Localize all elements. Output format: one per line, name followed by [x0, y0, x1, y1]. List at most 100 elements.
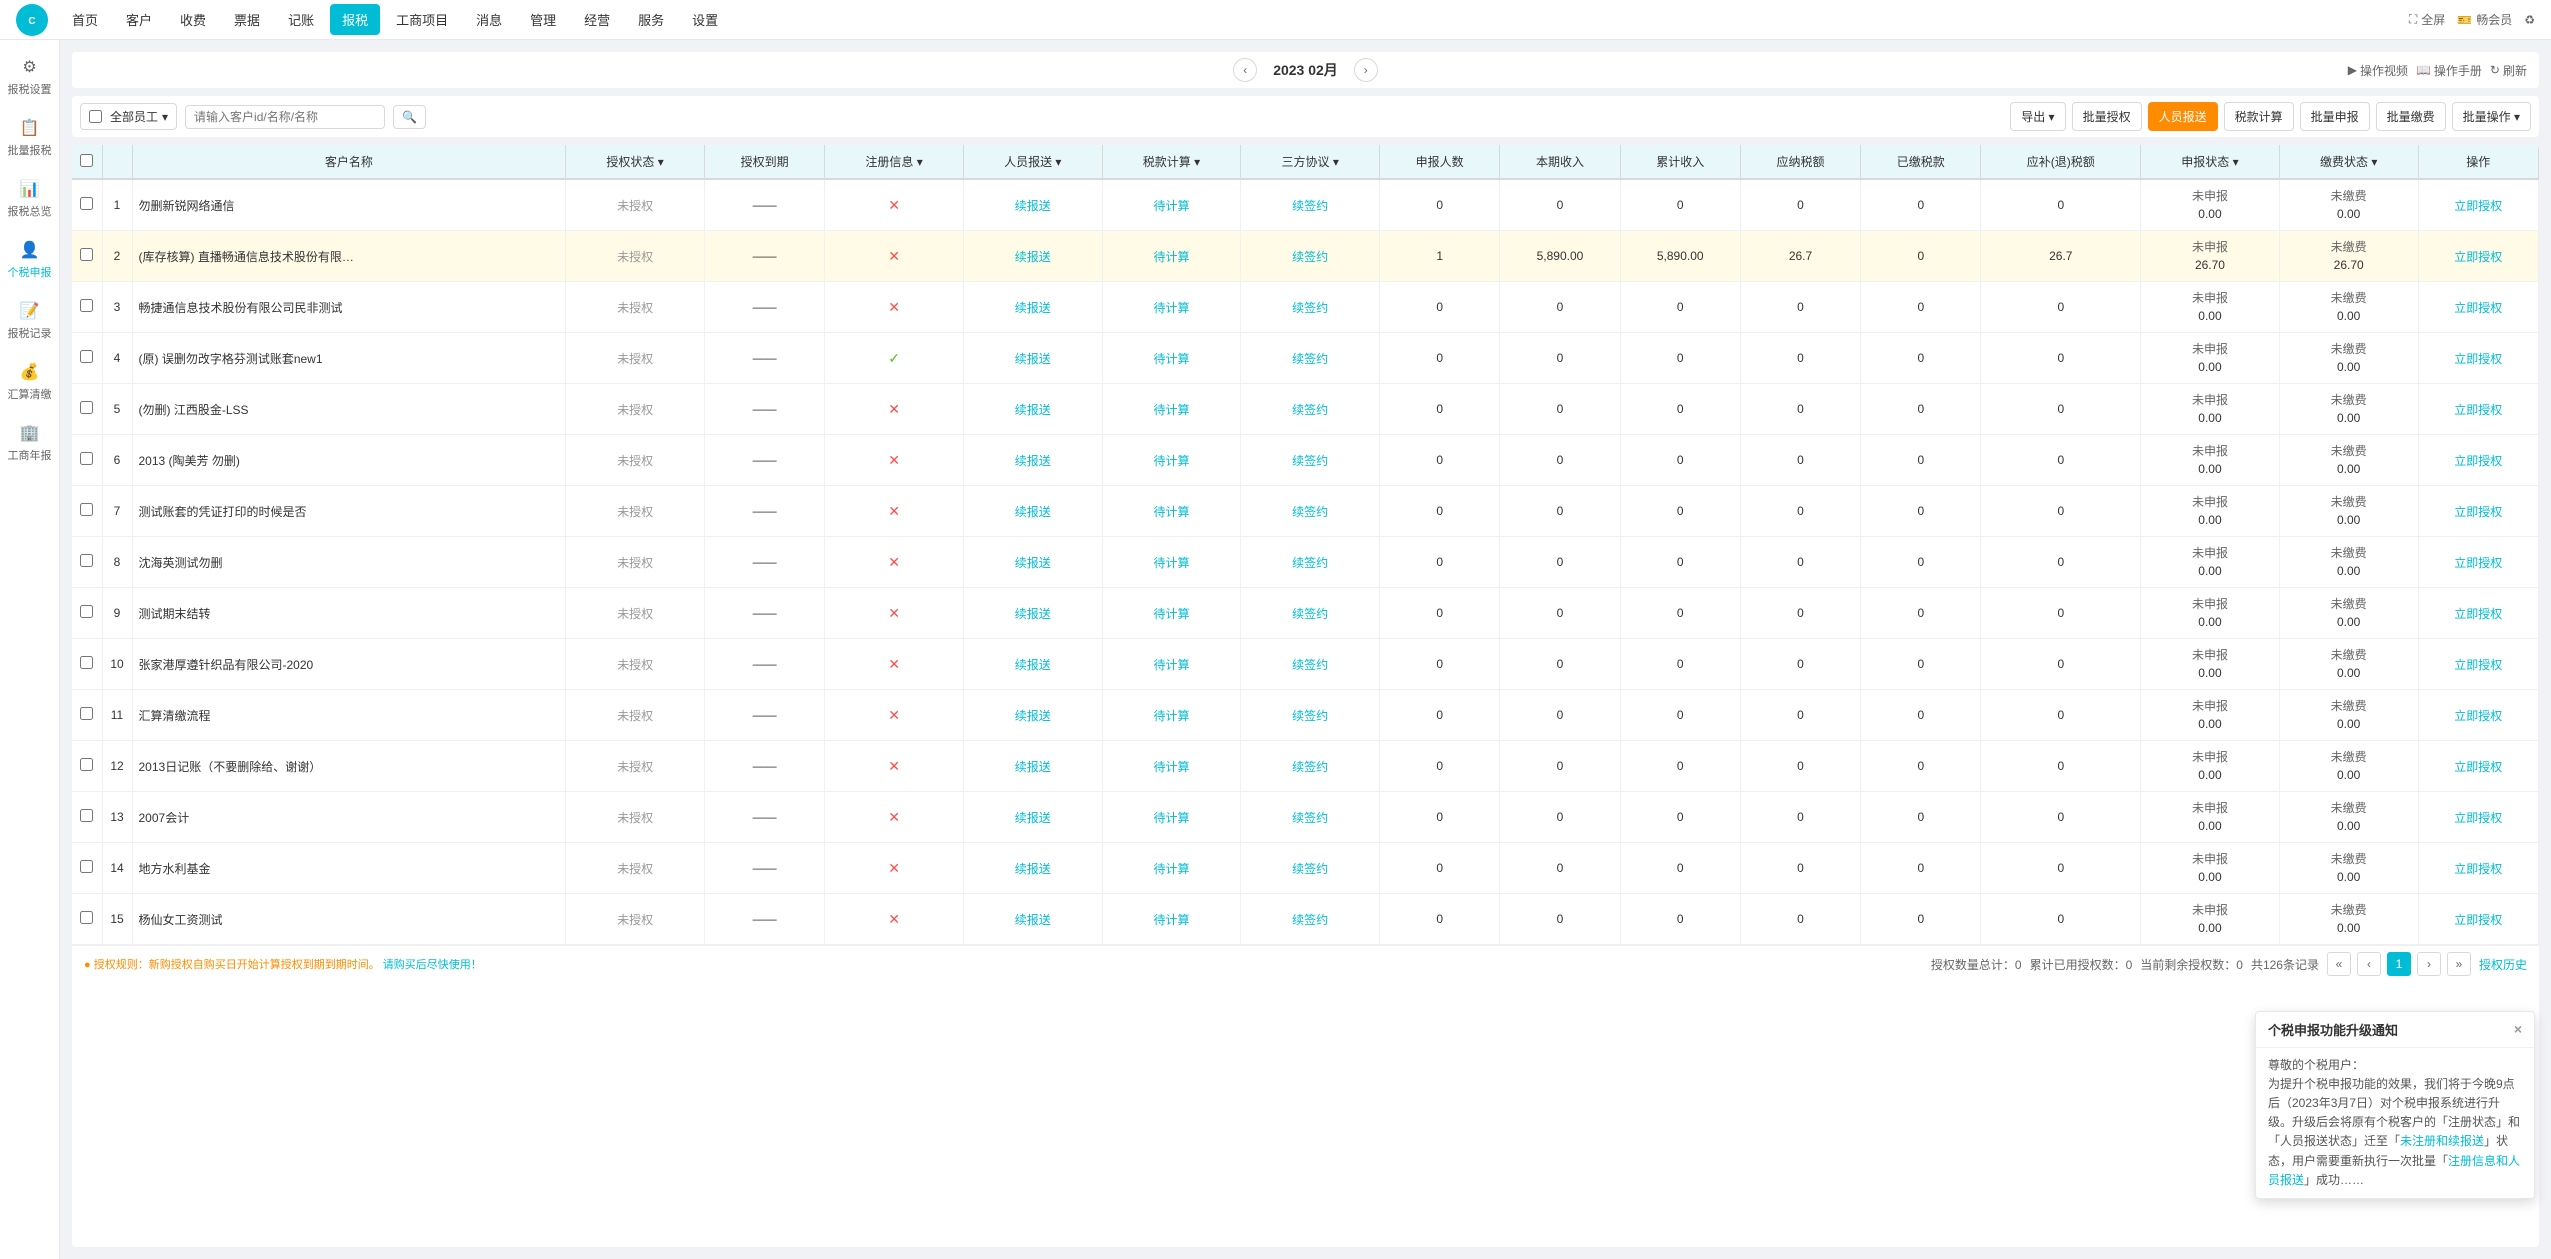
- row-person-report[interactable]: 续报送: [963, 486, 1102, 537]
- row-action[interactable]: 立即授权: [2418, 639, 2538, 690]
- row-triparty[interactable]: 续签约: [1241, 333, 1380, 384]
- row-checkbox[interactable]: [72, 690, 102, 741]
- nav-item-记账[interactable]: 记账: [276, 4, 326, 35]
- row-tax-calc[interactable]: 待计算: [1102, 486, 1241, 537]
- sidebar-item-个税申报[interactable]: 👤个税申报: [4, 231, 56, 288]
- row-tax-calc[interactable]: 待计算: [1102, 333, 1241, 384]
- row-person-report[interactable]: 续报送: [963, 435, 1102, 486]
- first-page-btn[interactable]: «: [2327, 952, 2351, 976]
- refresh-page-btn[interactable]: ↻ 刷新: [2490, 62, 2527, 79]
- toolbar-btn-税款计算[interactable]: 税款计算: [2224, 102, 2294, 131]
- row-triparty[interactable]: 续签约: [1241, 588, 1380, 639]
- row-checkbox[interactable]: [72, 179, 102, 231]
- sidebar-item-报税记录[interactable]: 📝报税记录: [4, 292, 56, 349]
- fullscreen-btn[interactable]: ⛶ 全屏: [2409, 11, 2445, 28]
- row-action[interactable]: 立即授权: [2418, 486, 2538, 537]
- row-person-report[interactable]: 续报送: [963, 894, 1102, 945]
- nav-item-经营[interactable]: 经营: [572, 4, 622, 35]
- nav-item-首页[interactable]: 首页: [60, 4, 110, 35]
- refresh-btn[interactable]: ♻: [2524, 13, 2535, 27]
- notif-link-1[interactable]: 未注册和续报送: [2400, 1134, 2484, 1148]
- row-person-report[interactable]: 续报送: [963, 690, 1102, 741]
- nav-item-票据[interactable]: 票据: [222, 4, 272, 35]
- row-checkbox[interactable]: [72, 282, 102, 333]
- toolbar-btn-导出 ▾[interactable]: 导出 ▾: [2010, 102, 2065, 131]
- prev-page-btn[interactable]: ‹: [2357, 952, 2381, 976]
- row-checkbox[interactable]: [72, 537, 102, 588]
- row-triparty[interactable]: 续签约: [1241, 282, 1380, 333]
- row-checkbox[interactable]: [72, 333, 102, 384]
- staff-select[interactable]: 全部员工 ▾: [80, 103, 177, 130]
- row-checkbox[interactable]: [72, 894, 102, 945]
- sidebar-item-报税总览[interactable]: 📊报税总览: [4, 170, 56, 227]
- row-action[interactable]: 立即授权: [2418, 588, 2538, 639]
- row-action[interactable]: 立即授权: [2418, 384, 2538, 435]
- row-tax-calc[interactable]: 待计算: [1102, 435, 1241, 486]
- row-tax-calc[interactable]: 待计算: [1102, 588, 1241, 639]
- operation-video-btn[interactable]: ▶ 操作视频: [2348, 62, 2408, 79]
- row-triparty[interactable]: 续签约: [1241, 741, 1380, 792]
- current-page[interactable]: 1: [2387, 952, 2411, 976]
- nav-item-工商项目[interactable]: 工商项目: [384, 4, 460, 35]
- notif-close-btn[interactable]: ×: [2514, 1021, 2522, 1037]
- row-action[interactable]: 立即授权: [2418, 231, 2538, 282]
- notif-link-2[interactable]: 注册信息和人员报送: [2268, 1154, 2520, 1187]
- search-input[interactable]: [185, 105, 385, 129]
- nav-item-服务[interactable]: 服务: [626, 4, 676, 35]
- row-tax-calc[interactable]: 待计算: [1102, 384, 1241, 435]
- sidebar-item-报税设置[interactable]: ⚙报税设置: [4, 48, 56, 105]
- row-person-report[interactable]: 续报送: [963, 792, 1102, 843]
- row-checkbox[interactable]: [72, 588, 102, 639]
- row-triparty[interactable]: 续签约: [1241, 843, 1380, 894]
- row-checkbox[interactable]: [72, 741, 102, 792]
- nav-item-管理[interactable]: 管理: [518, 4, 568, 35]
- last-page-btn[interactable]: »: [2447, 952, 2471, 976]
- row-person-report[interactable]: 续报送: [963, 333, 1102, 384]
- row-person-report[interactable]: 续报送: [963, 741, 1102, 792]
- row-tax-calc[interactable]: 待计算: [1102, 843, 1241, 894]
- nav-item-设置[interactable]: 设置: [680, 4, 730, 35]
- nav-item-消息[interactable]: 消息: [464, 4, 514, 35]
- nav-item-报税[interactable]: 报税: [330, 4, 380, 35]
- history-link[interactable]: 授权历史: [2479, 956, 2527, 973]
- row-triparty[interactable]: 续签约: [1241, 639, 1380, 690]
- row-person-report[interactable]: 续报送: [963, 282, 1102, 333]
- row-checkbox[interactable]: [72, 486, 102, 537]
- next-month-btn[interactable]: ›: [1354, 58, 1378, 82]
- toolbar-btn-批量授权[interactable]: 批量授权: [2072, 102, 2142, 131]
- row-person-report[interactable]: 续报送: [963, 179, 1102, 231]
- row-person-report[interactable]: 续报送: [963, 384, 1102, 435]
- col-header-checkbox[interactable]: [72, 145, 102, 179]
- row-tax-calc[interactable]: 待计算: [1102, 639, 1241, 690]
- row-checkbox[interactable]: [72, 384, 102, 435]
- row-action[interactable]: 立即授权: [2418, 435, 2538, 486]
- row-triparty[interactable]: 续签约: [1241, 792, 1380, 843]
- member-btn[interactable]: 🎫 畅会员: [2457, 11, 2512, 28]
- row-tax-calc[interactable]: 待计算: [1102, 179, 1241, 231]
- row-action[interactable]: 立即授权: [2418, 179, 2538, 231]
- toolbar-btn-人员报送[interactable]: 人员报送: [2148, 102, 2218, 131]
- row-person-report[interactable]: 续报送: [963, 537, 1102, 588]
- nav-item-收费[interactable]: 收费: [168, 4, 218, 35]
- row-triparty[interactable]: 续签约: [1241, 231, 1380, 282]
- row-checkbox[interactable]: [72, 639, 102, 690]
- row-action[interactable]: 立即授权: [2418, 537, 2538, 588]
- row-triparty[interactable]: 续签约: [1241, 384, 1380, 435]
- row-tax-calc[interactable]: 待计算: [1102, 894, 1241, 945]
- all-staff-checkbox[interactable]: [89, 110, 102, 123]
- row-triparty[interactable]: 续签约: [1241, 486, 1380, 537]
- sidebar-item-批量报税[interactable]: 📋批量报税: [4, 109, 56, 166]
- next-page-btn[interactable]: ›: [2417, 952, 2441, 976]
- row-action[interactable]: 立即授权: [2418, 741, 2538, 792]
- row-action[interactable]: 立即授权: [2418, 690, 2538, 741]
- row-triparty[interactable]: 续签约: [1241, 179, 1380, 231]
- row-action[interactable]: 立即授权: [2418, 282, 2538, 333]
- row-triparty[interactable]: 续签约: [1241, 435, 1380, 486]
- row-tax-calc[interactable]: 待计算: [1102, 690, 1241, 741]
- row-triparty[interactable]: 续签约: [1241, 537, 1380, 588]
- row-action[interactable]: 立即授权: [2418, 333, 2538, 384]
- row-action[interactable]: 立即授权: [2418, 792, 2538, 843]
- row-person-report[interactable]: 续报送: [963, 588, 1102, 639]
- auth-link[interactable]: 请购买后尽快使用！: [383, 959, 482, 971]
- row-person-report[interactable]: 续报送: [963, 843, 1102, 894]
